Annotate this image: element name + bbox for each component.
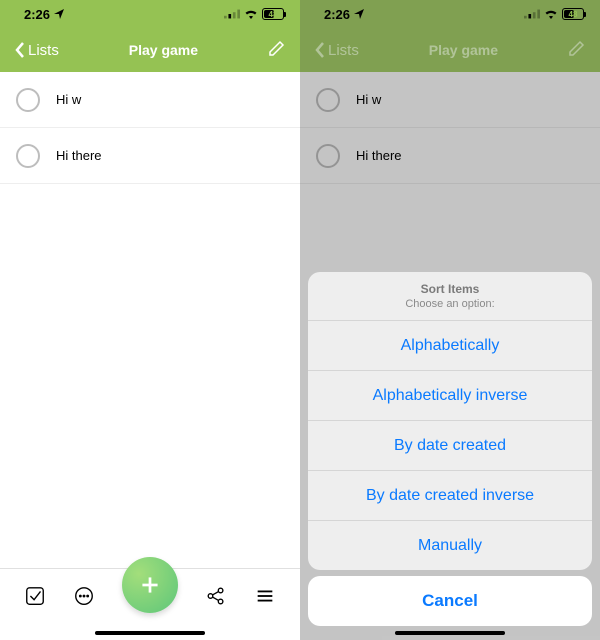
checkmark-button[interactable] <box>24 585 46 612</box>
nav-bar: Lists Play game <box>0 28 300 72</box>
status-bar: 2:26 48 <box>0 0 300 28</box>
checkbox-icon[interactable] <box>16 88 40 112</box>
edit-button[interactable] <box>268 39 286 61</box>
add-button[interactable] <box>122 557 178 613</box>
signal-icon <box>224 7 240 22</box>
back-label: Lists <box>28 42 59 59</box>
item-label: Hi there <box>56 148 102 163</box>
home-indicator[interactable] <box>395 631 505 635</box>
menu-button[interactable] <box>254 585 276 612</box>
sheet-title: Sort Items <box>308 282 592 296</box>
status-time: 2:26 <box>24 7 50 22</box>
sort-option-date-created[interactable]: By date created <box>308 420 592 470</box>
sort-option-alphabetical-inverse[interactable]: Alphabetically inverse <box>308 370 592 420</box>
home-indicator[interactable] <box>95 631 205 635</box>
action-sheet-overlay[interactable]: Sort Items Choose an option: Alphabetica… <box>300 0 600 640</box>
item-label: Hi w <box>56 92 81 107</box>
more-button[interactable] <box>73 585 95 612</box>
cancel-button[interactable]: Cancel <box>308 576 592 626</box>
share-button[interactable] <box>205 585 227 612</box>
checkbox-icon[interactable] <box>16 144 40 168</box>
sheet-header: Sort Items Choose an option: <box>308 272 592 320</box>
sort-option-manually[interactable]: Manually <box>308 520 592 570</box>
location-icon <box>54 7 64 22</box>
back-button[interactable]: Lists <box>14 41 59 59</box>
list-item[interactable]: Hi there <box>0 128 300 184</box>
screen-list: 2:26 48 Lists Play game <box>0 0 300 640</box>
page-title: Play game <box>129 42 198 58</box>
item-list: Hi w Hi there <box>0 72 300 184</box>
sheet-subtitle: Choose an option: <box>308 298 592 310</box>
battery-icon: 48 <box>262 8 284 20</box>
wifi-icon <box>244 7 258 22</box>
sort-option-date-created-inverse[interactable]: By date created inverse <box>308 470 592 520</box>
action-sheet: Sort Items Choose an option: Alphabetica… <box>308 272 592 570</box>
screen-sort-sheet: 2:26 48 Lists Play game <box>300 0 600 640</box>
list-item[interactable]: Hi w <box>0 72 300 128</box>
sort-option-alphabetical[interactable]: Alphabetically <box>308 320 592 370</box>
bottom-toolbar <box>0 568 300 640</box>
